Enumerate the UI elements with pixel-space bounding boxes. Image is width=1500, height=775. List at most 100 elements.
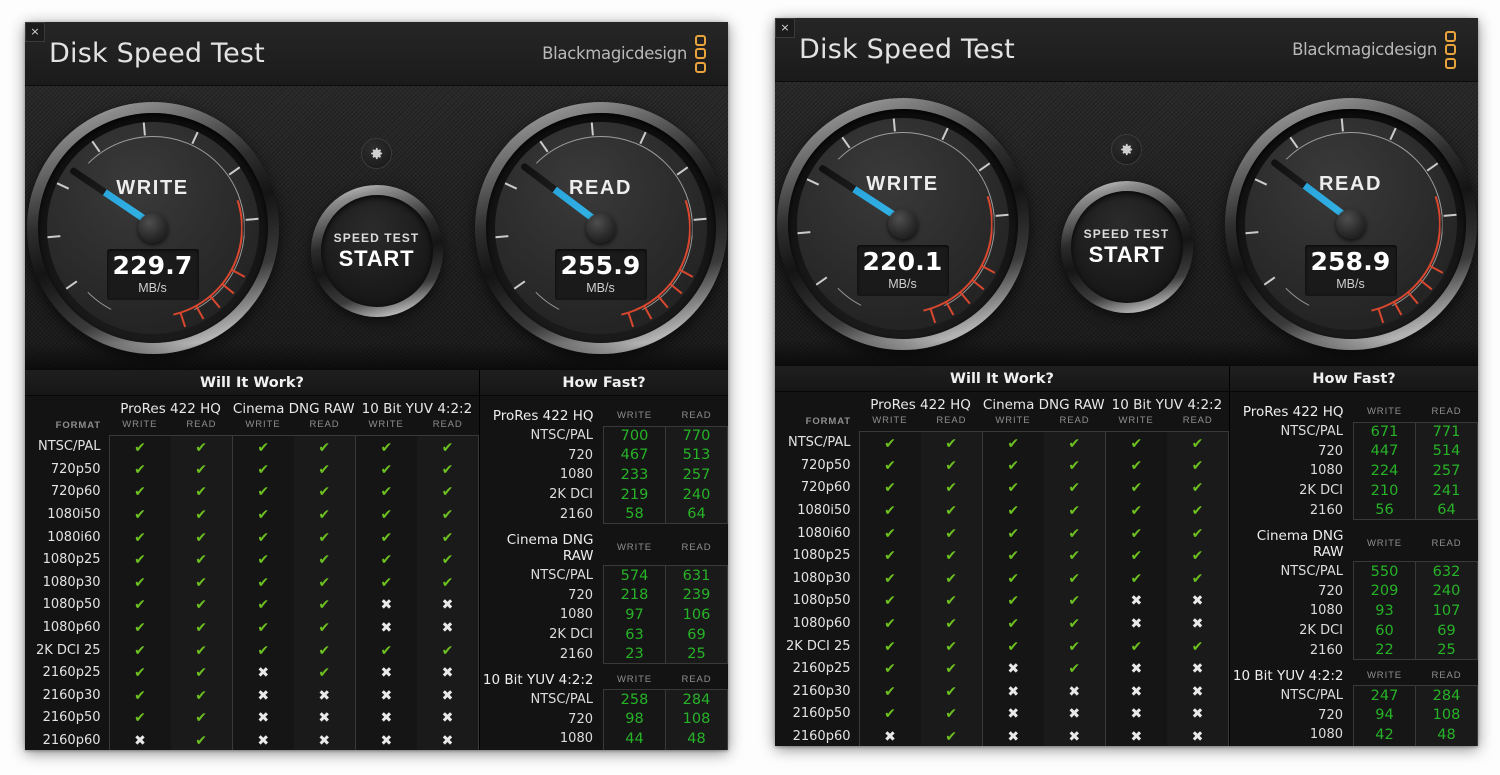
- support-cell: ✔: [416, 458, 479, 481]
- support-cell: ✔: [294, 526, 356, 549]
- speed-test-start-button[interactable]: SPEED TEST START: [1060, 181, 1193, 313]
- check-icon: ✔: [195, 552, 207, 569]
- write-gauge: WRITE 220.1 MB/s: [776, 97, 1029, 350]
- check-icon: ✔: [1191, 435, 1204, 452]
- check-icon: ✔: [134, 484, 146, 501]
- read-speed-value: 632: [1415, 561, 1478, 582]
- support-cell: ✔: [231, 638, 294, 662]
- check-icon: ✔: [134, 642, 146, 659]
- check-icon: ✔: [884, 570, 896, 587]
- check-icon: ✔: [1007, 435, 1020, 452]
- check-icon: ✔: [1068, 548, 1081, 565]
- support-cell: ✔: [294, 548, 356, 571]
- check-icon: ✔: [195, 710, 207, 727]
- write-speed-value: 93: [1353, 601, 1416, 621]
- write-column-header: WRITE: [872, 415, 908, 426]
- cross-icon: ✖: [318, 687, 331, 704]
- write-column-header: WRITE: [122, 419, 158, 430]
- support-cell: ✔: [1166, 454, 1229, 477]
- speed-row: 1080 93 107: [1230, 601, 1478, 621]
- format-label: NTSC/PAL: [37, 439, 101, 455]
- check-icon: ✔: [884, 706, 896, 723]
- speed-row: 720 209 240: [1230, 581, 1478, 602]
- check-icon: ✔: [134, 687, 146, 704]
- resolution-label: 720: [568, 447, 593, 463]
- support-cell: ✖: [1166, 702, 1229, 726]
- support-cell: ✔: [171, 707, 233, 730]
- resolution-label: 2K DCI: [549, 487, 593, 503]
- resolution-label: 1080: [559, 467, 593, 483]
- cross-icon: ✖: [380, 687, 393, 704]
- read-gauge-label: READ: [1318, 172, 1383, 195]
- read-speed-value: 257: [1415, 461, 1478, 481]
- check-icon: ✔: [257, 484, 270, 501]
- support-cell: ✔: [921, 703, 983, 726]
- support-cell: ✔: [1044, 477, 1106, 500]
- cross-icon: ✖: [1191, 728, 1204, 745]
- gear-icon[interactable]: [1111, 134, 1142, 165]
- cross-icon: ✖: [1191, 661, 1204, 678]
- check-icon: ✔: [1007, 457, 1020, 474]
- cross-icon: ✖: [1130, 661, 1143, 678]
- check-icon: ✔: [195, 597, 207, 614]
- start-button-label: START: [1088, 241, 1165, 267]
- speed-row: 2K DCI2731: [1230, 744, 1478, 746]
- table-row: 1080p60 ✔ ✔ ✔ ✔ ✖ ✖: [25, 616, 479, 639]
- close-icon[interactable]: ×: [775, 18, 795, 38]
- check-icon: ✔: [134, 620, 146, 637]
- check-icon: ✔: [257, 529, 270, 546]
- check-icon: ✔: [195, 620, 207, 637]
- write-column-header: WRITE: [368, 419, 404, 430]
- write-speed-value: 247: [1353, 685, 1416, 706]
- support-cell: ✔: [981, 567, 1044, 590]
- write-readout: 229.7 MB/s: [106, 249, 199, 300]
- read-speed-value: 69: [1415, 620, 1478, 641]
- support-cell: ✔: [294, 458, 356, 481]
- write-value: 229.7: [112, 251, 193, 281]
- write-readout: 220.1 MB/s: [856, 245, 949, 296]
- check-icon: ✔: [1068, 616, 1081, 633]
- gauge-deck: WRITE 229.7 MB/s SPEED TEST START READ 2…: [25, 86, 728, 370]
- support-cell: ✔: [354, 480, 417, 504]
- check-icon: ✔: [1068, 435, 1081, 452]
- support-cell: ✔: [1104, 431, 1167, 455]
- cross-icon: ✖: [134, 732, 146, 749]
- resolution-label: 1080: [559, 607, 593, 623]
- start-button-top-label: SPEED TEST: [1083, 226, 1170, 241]
- support-cell: ✔: [108, 458, 171, 481]
- check-icon: ✔: [945, 503, 957, 520]
- write-column-header: WRITE: [616, 542, 653, 554]
- speed-row: 1080 44 48: [480, 729, 728, 749]
- read-value: 258.9: [1310, 247, 1391, 277]
- support-cell: ✔: [858, 567, 921, 590]
- speed-test-start-button[interactable]: SPEED TEST START: [310, 185, 443, 317]
- support-cell: ✔: [170, 729, 233, 750]
- close-icon[interactable]: ×: [25, 22, 45, 42]
- gear-icon[interactable]: [361, 138, 392, 169]
- write-gauge: WRITE 229.7 MB/s: [26, 101, 279, 354]
- read-speed-value: 69: [665, 624, 728, 645]
- support-cell: ✔: [920, 431, 983, 455]
- check-icon: ✔: [945, 548, 957, 565]
- check-icon: ✔: [318, 461, 331, 478]
- cross-icon: ✖: [1191, 616, 1204, 633]
- check-icon: ✔: [441, 552, 454, 569]
- read-speed-value: 257: [665, 465, 728, 485]
- write-speed-value: 27: [1353, 744, 1416, 746]
- results-panels: Will It Work? ProRes 422 HQ Cinema DNG RA…: [25, 370, 728, 750]
- check-icon: ✔: [945, 593, 957, 610]
- support-cell: ✔: [231, 458, 294, 481]
- write-column-header: WRITE: [1366, 670, 1403, 682]
- support-cell: ✔: [858, 612, 921, 635]
- support-cell: ✔: [1166, 567, 1229, 590]
- support-cell: ✔: [231, 616, 294, 639]
- format-label: 2160p30: [42, 687, 101, 703]
- read-column-header: READ: [1431, 406, 1462, 418]
- support-cell: ✔: [354, 503, 417, 526]
- check-icon: ✔: [318, 484, 331, 501]
- support-cell: ✖: [1044, 680, 1106, 703]
- check-icon: ✔: [380, 529, 393, 546]
- table-row: 2160p25 ✔ ✔ ✖ ✔ ✖ ✖: [25, 661, 479, 685]
- codec-name: ProRes 422 HQ: [492, 408, 594, 424]
- support-cell: ✔: [1044, 657, 1106, 680]
